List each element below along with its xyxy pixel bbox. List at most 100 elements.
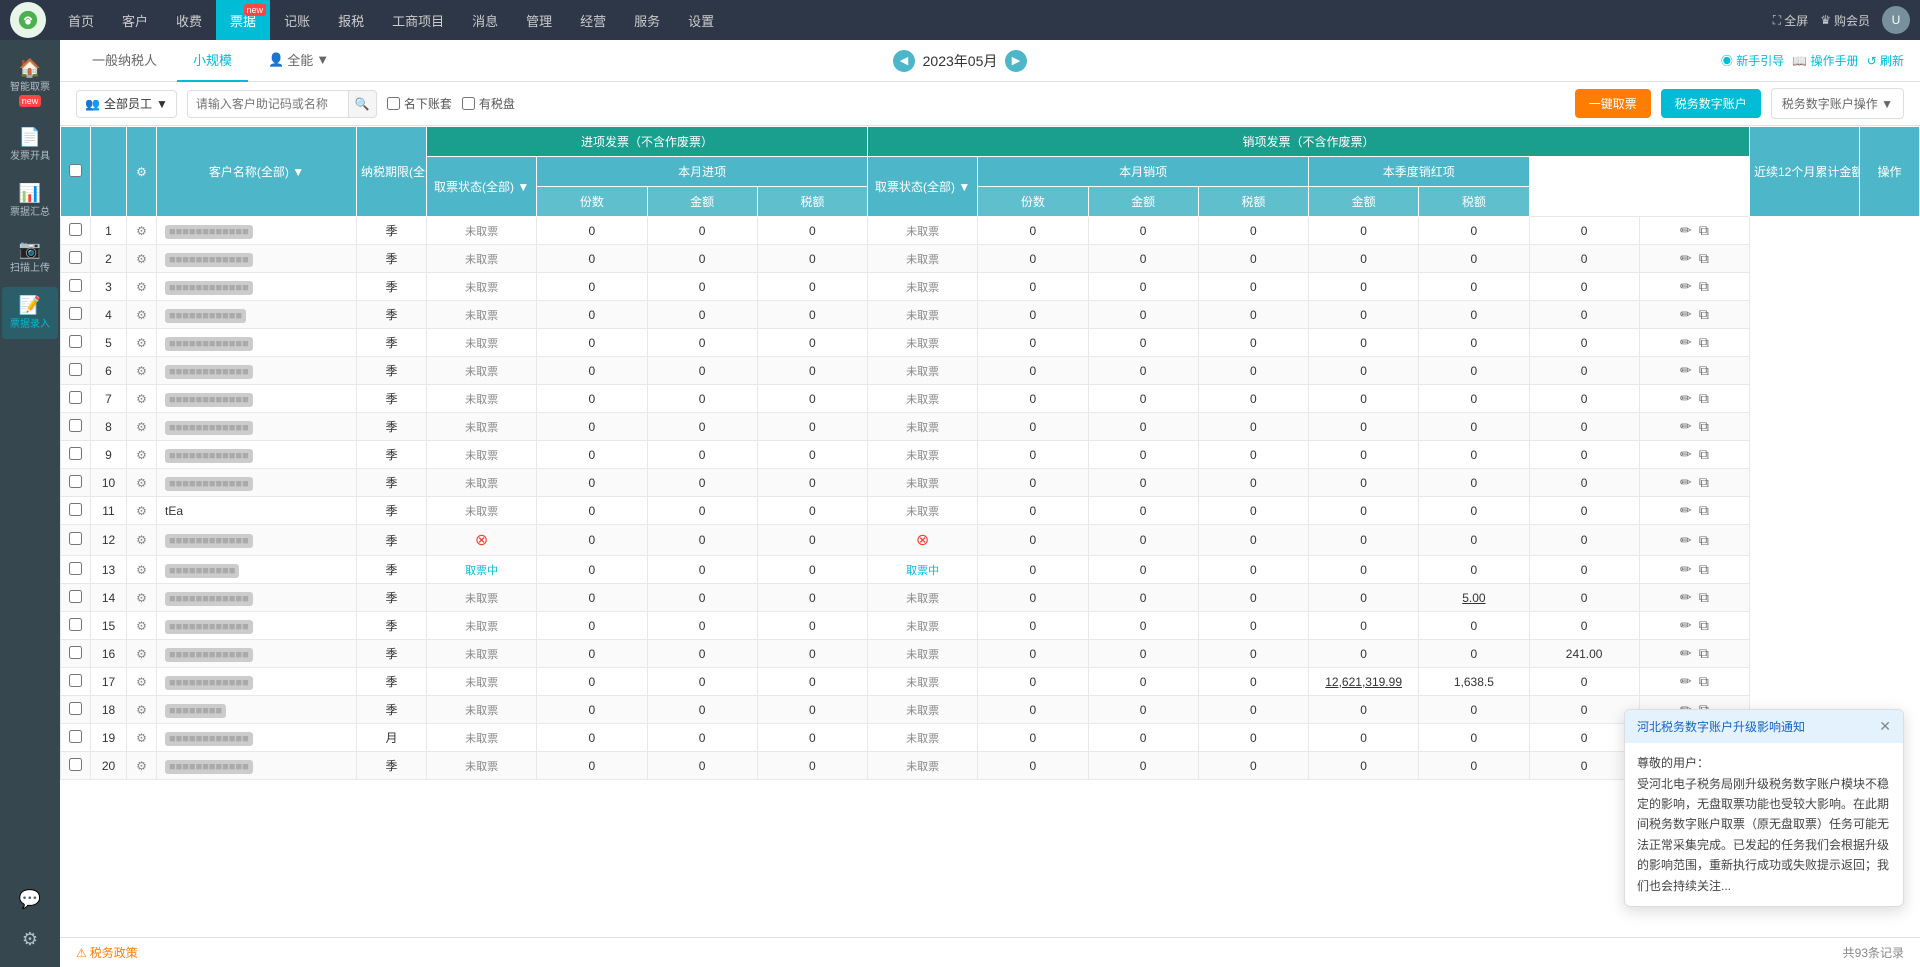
copy-icon[interactable]: ⧉ bbox=[1697, 645, 1711, 661]
app-logo[interactable] bbox=[10, 2, 46, 38]
cell-settings[interactable]: ⚙ bbox=[127, 273, 157, 301]
cell-status-out[interactable]: 未取票 bbox=[868, 441, 978, 469]
copy-icon[interactable]: ⧉ bbox=[1697, 334, 1711, 350]
cell-status-out[interactable]: 未取票 bbox=[868, 357, 978, 385]
nav-customer[interactable]: 客户 bbox=[108, 0, 162, 40]
copy-icon[interactable]: ⧉ bbox=[1697, 446, 1711, 462]
edit-icon[interactable]: ✏ bbox=[1678, 532, 1694, 548]
cell-status-out[interactable]: 取票中 bbox=[868, 556, 978, 584]
cell-status-out[interactable]: 未取票 bbox=[868, 752, 978, 780]
cell-status-in[interactable]: 未取票 bbox=[427, 441, 537, 469]
copy-icon[interactable]: ⧉ bbox=[1697, 502, 1711, 518]
copy-icon[interactable]: ⧉ bbox=[1697, 250, 1711, 266]
cell-settings[interactable]: ⚙ bbox=[127, 469, 157, 497]
manual-btn[interactable]: 📖 操作手册 bbox=[1792, 52, 1858, 69]
cell-check[interactable] bbox=[61, 217, 91, 245]
search-input[interactable] bbox=[188, 91, 348, 117]
cell-status-in[interactable]: 未取票 bbox=[427, 217, 537, 245]
tax-policy-link[interactable]: ⚠ 税务政策 bbox=[76, 944, 138, 961]
nav-settings[interactable]: 设置 bbox=[674, 0, 728, 40]
copy-icon[interactable]: ⧉ bbox=[1697, 390, 1711, 406]
staff-filter[interactable]: 👥 全部员工 ▼ bbox=[76, 90, 177, 118]
cell-status-in[interactable]: 未取票 bbox=[427, 497, 537, 525]
cell-check[interactable] bbox=[61, 724, 91, 752]
cell-status-out[interactable]: 未取票 bbox=[868, 301, 978, 329]
cell-status-out[interactable]: 未取票 bbox=[868, 497, 978, 525]
th-check[interactable] bbox=[61, 127, 91, 217]
cell-status-in[interactable]: 未取票 bbox=[427, 329, 537, 357]
chat-icon[interactable]: 💬 bbox=[12, 881, 48, 917]
cell-settings[interactable]: ⚙ bbox=[127, 696, 157, 724]
cell-status-in[interactable]: 未取票 bbox=[427, 696, 537, 724]
copy-icon[interactable]: ⧉ bbox=[1697, 222, 1711, 238]
sidebar-item-ticket-summary[interactable]: 📊 票据汇总 bbox=[2, 175, 58, 227]
nav-billing[interactable]: 收费 bbox=[162, 0, 216, 40]
cell-check[interactable] bbox=[61, 413, 91, 441]
cell-status-in[interactable]: 未取票 bbox=[427, 301, 537, 329]
cell-settings[interactable]: ⚙ bbox=[127, 668, 157, 696]
my-accounts-checkbox[interactable] bbox=[387, 97, 400, 110]
cell-settings[interactable]: ⚙ bbox=[127, 329, 157, 357]
cell-check[interactable] bbox=[61, 497, 91, 525]
edit-icon[interactable]: ✏ bbox=[1678, 390, 1694, 406]
cell-check[interactable] bbox=[61, 301, 91, 329]
cell-check[interactable] bbox=[61, 385, 91, 413]
cell-settings[interactable]: ⚙ bbox=[127, 385, 157, 413]
select-all-checkbox[interactable] bbox=[69, 164, 82, 177]
edit-icon[interactable]: ✏ bbox=[1678, 278, 1694, 294]
th-settings[interactable]: ⚙ bbox=[127, 127, 157, 217]
next-month-btn[interactable]: ▶ bbox=[1005, 50, 1027, 72]
th-name[interactable]: 客户名称(全部) ▼ bbox=[157, 127, 357, 217]
cell-settings[interactable]: ⚙ bbox=[127, 357, 157, 385]
cell-status-in[interactable]: 未取票 bbox=[427, 357, 537, 385]
edit-icon[interactable]: ✏ bbox=[1678, 306, 1694, 322]
copy-icon[interactable]: ⧉ bbox=[1697, 474, 1711, 490]
cell-status-out[interactable]: 未取票 bbox=[868, 413, 978, 441]
cell-status-out[interactable]: 未取票 bbox=[868, 696, 978, 724]
edit-icon[interactable]: ✏ bbox=[1678, 222, 1694, 238]
cell-settings[interactable]: ⚙ bbox=[127, 556, 157, 584]
one-click-fetch-btn[interactable]: 一键取票 bbox=[1575, 89, 1651, 118]
copy-icon[interactable]: ⧉ bbox=[1697, 306, 1711, 322]
cell-check[interactable] bbox=[61, 556, 91, 584]
th-status-in[interactable]: 取票状态(全部) ▼ bbox=[427, 157, 537, 217]
edit-icon[interactable]: ✏ bbox=[1678, 250, 1694, 266]
copy-icon[interactable]: ⧉ bbox=[1697, 532, 1711, 548]
vip-btn[interactable]: ♛ 购会员 bbox=[1820, 12, 1870, 29]
cell-status-out[interactable]: 未取票 bbox=[868, 584, 978, 612]
copy-icon[interactable]: ⧉ bbox=[1697, 617, 1711, 633]
copy-icon[interactable]: ⧉ bbox=[1697, 561, 1711, 577]
cell-status-in[interactable]: 未取票 bbox=[427, 469, 537, 497]
cell-settings[interactable]: ⚙ bbox=[127, 525, 157, 556]
cell-status-in[interactable]: 未取票 bbox=[427, 273, 537, 301]
refresh-btn[interactable]: ↺ 刷新 bbox=[1867, 52, 1904, 69]
nav-business[interactable]: 工商项目 bbox=[378, 0, 458, 40]
cell-status-out[interactable]: 未取票 bbox=[868, 329, 978, 357]
cell-status-out[interactable]: 未取票 bbox=[868, 385, 978, 413]
copy-icon[interactable]: ⧉ bbox=[1697, 673, 1711, 689]
cell-check[interactable] bbox=[61, 640, 91, 668]
checkbox-my-accounts[interactable]: 名下账套 bbox=[387, 95, 452, 112]
edit-icon[interactable]: ✏ bbox=[1678, 474, 1694, 490]
search-button[interactable]: 🔍 bbox=[348, 91, 376, 117]
cell-settings[interactable]: ⚙ bbox=[127, 245, 157, 273]
cell-status-out[interactable]: 未取票 bbox=[868, 724, 978, 752]
cell-status-in[interactable]: 未取票 bbox=[427, 668, 537, 696]
cell-status-in[interactable]: 未取票 bbox=[427, 413, 537, 441]
popup-close-btn[interactable]: ✕ bbox=[1879, 718, 1891, 735]
nav-service[interactable]: 服务 bbox=[620, 0, 674, 40]
edit-icon[interactable]: ✏ bbox=[1678, 589, 1694, 605]
cell-settings[interactable]: ⚙ bbox=[127, 301, 157, 329]
cell-check[interactable] bbox=[61, 441, 91, 469]
nav-tax[interactable]: 报税 bbox=[324, 0, 378, 40]
checkbox-has-taxpad[interactable]: 有税盘 bbox=[462, 95, 515, 112]
nav-message[interactable]: 消息 bbox=[458, 0, 512, 40]
cell-settings[interactable]: ⚙ bbox=[127, 640, 157, 668]
cell-status-in[interactable]: 未取票 bbox=[427, 245, 537, 273]
cell-check[interactable] bbox=[61, 668, 91, 696]
fullscreen-btn[interactable]: ⛶ 全屏 bbox=[1773, 12, 1808, 29]
edit-icon[interactable]: ✏ bbox=[1678, 334, 1694, 350]
cell-status-out[interactable]: ⊗ bbox=[868, 525, 978, 556]
tab-all[interactable]: 👤 全能 ▼ bbox=[252, 40, 345, 82]
tab-small-scale[interactable]: 小规模 bbox=[177, 40, 248, 82]
